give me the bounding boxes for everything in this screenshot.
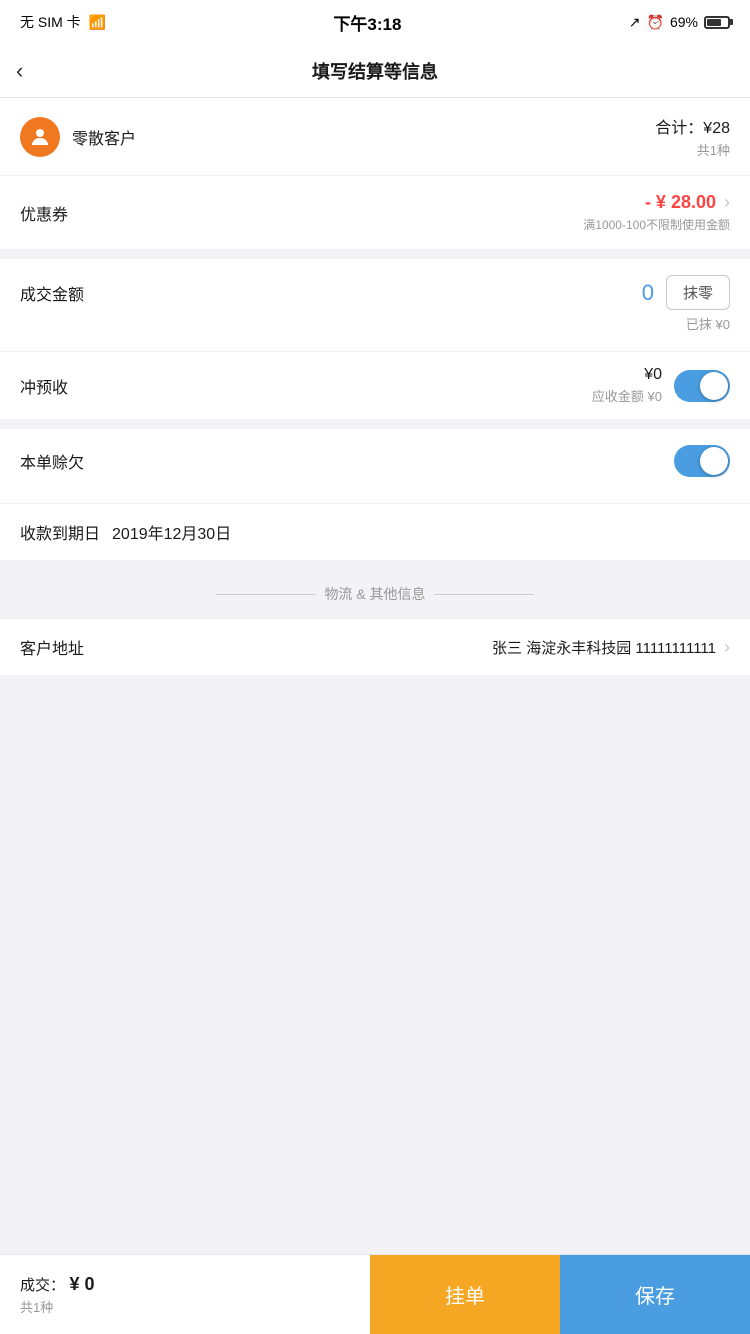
coupon-label: 优惠券: [20, 201, 68, 225]
bottom-deal-amount: ¥ 0: [69, 1274, 94, 1294]
coupon-value: - ¥ 28.00: [645, 192, 716, 213]
location-icon: ↗: [629, 14, 641, 31]
hang-button[interactable]: 挂单: [370, 1255, 560, 1334]
bottom-deal-label: 成交：: [20, 1277, 65, 1294]
transaction-value: 0: [642, 280, 654, 306]
address-row[interactable]: 客户地址 张三 海淀永丰科技园 11111111111 ›: [0, 618, 750, 675]
prereceive-right: ¥0 应收金额 ¥0: [592, 366, 730, 405]
coupon-description: 满1000-100不限制使用金额: [583, 216, 730, 233]
transaction-sub-label: 已抹 ¥0: [20, 314, 730, 333]
item-count: 共1种: [655, 140, 730, 159]
customer-left: 零散客户: [20, 117, 136, 157]
status-right: ↗ ⏰ 69%: [629, 14, 730, 31]
bottom-bar: 成交： ¥ 0 共1种 挂单 保存: [0, 1254, 750, 1334]
sim-label: 无 SIM 卡: [20, 12, 81, 32]
bottom-deal-row: 成交： ¥ 0: [20, 1274, 350, 1295]
hang-button-label: 挂单: [445, 1280, 485, 1309]
transaction-label: 成交金额: [20, 281, 84, 305]
coupon-row[interactable]: 优惠券 - ¥ 28.00 › 满1000-100不限制使用金额: [0, 175, 750, 249]
coupon-right: - ¥ 28.00 › 满1000-100不限制使用金额: [583, 192, 730, 233]
total-amount: 合计：¥28: [655, 114, 730, 138]
prereceive-row: 冲预收 ¥0 应收金额 ¥0: [0, 351, 750, 419]
debt-label: 本单赊欠: [20, 449, 84, 473]
debt-toggle-knob: [700, 447, 728, 475]
transaction-row: 成交金额 0 抹零: [20, 275, 730, 310]
due-date-label: 收款到期日: [20, 520, 100, 544]
prereceive-toggle[interactable]: [674, 370, 730, 402]
status-left: 无 SIM 卡 📶: [20, 12, 106, 32]
debt-toggle[interactable]: [674, 445, 730, 477]
bottom-info: 成交： ¥ 0 共1种: [0, 1255, 370, 1334]
empty-space: [0, 685, 750, 885]
address-section: 客户地址 张三 海淀永丰科技园 11111111111 ›: [0, 618, 750, 675]
battery-percent: 69%: [670, 14, 698, 30]
customer-section: 零散客户 合计：¥28 共1种 优惠券 - ¥ 28.00 › 满1000-10…: [0, 98, 750, 249]
chevron-right-icon: ›: [724, 192, 730, 213]
status-bar: 无 SIM 卡 📶 下午3:18 ↗ ⏰ 69%: [0, 0, 750, 44]
wifi-icon: 📶: [89, 14, 106, 31]
due-date-row: 收款到期日 2019年12月30日: [0, 503, 750, 560]
transaction-section: 成交金额 0 抹零 已抹 ¥0 冲预收 ¥0 应收金额 ¥0: [0, 259, 750, 419]
back-icon: ‹: [16, 58, 23, 84]
prereceive-label: 冲预收: [20, 374, 68, 398]
status-time: 下午3:18: [333, 10, 401, 35]
address-chevron-icon: ›: [724, 637, 730, 658]
avatar: [20, 117, 60, 157]
save-button-label: 保存: [635, 1280, 675, 1309]
battery-icon: [704, 16, 730, 29]
address-value: 张三 海淀永丰科技园 11111111111: [492, 637, 716, 658]
round-zero-button[interactable]: 抹零: [666, 275, 730, 310]
bottom-count: 共1种: [20, 1297, 350, 1316]
toggle-knob: [700, 372, 728, 400]
debt-row: 本单赊欠: [0, 429, 750, 493]
logistics-header: 物流 & 其他信息: [0, 570, 750, 618]
prereceive-sub-value: 应收金额 ¥0: [592, 386, 662, 405]
page-title: 填写结算等信息: [312, 58, 438, 84]
logistics-title: 物流 & 其他信息: [20, 584, 730, 604]
prereceive-values: ¥0 应收金额 ¥0: [592, 366, 662, 405]
customer-right: 合计：¥28 共1种: [655, 114, 730, 159]
due-date-value: 2019年12月30日: [112, 520, 231, 544]
customer-row: 零散客户 合计：¥28 共1种: [0, 98, 750, 175]
customer-name: 零散客户: [72, 125, 136, 149]
debt-section: 本单赊欠 收款到期日 2019年12月30日: [0, 429, 750, 560]
alarm-icon: ⏰: [647, 14, 664, 31]
address-label: 客户地址: [20, 635, 84, 659]
back-button[interactable]: ‹: [16, 58, 23, 84]
save-button[interactable]: 保存: [560, 1255, 750, 1334]
nav-bar: ‹ 填写结算等信息: [0, 44, 750, 98]
transaction-value-col: 0 抹零: [642, 275, 730, 310]
prereceive-main-value: ¥0: [592, 366, 662, 384]
address-right: 张三 海淀永丰科技园 11111111111 ›: [492, 637, 730, 658]
